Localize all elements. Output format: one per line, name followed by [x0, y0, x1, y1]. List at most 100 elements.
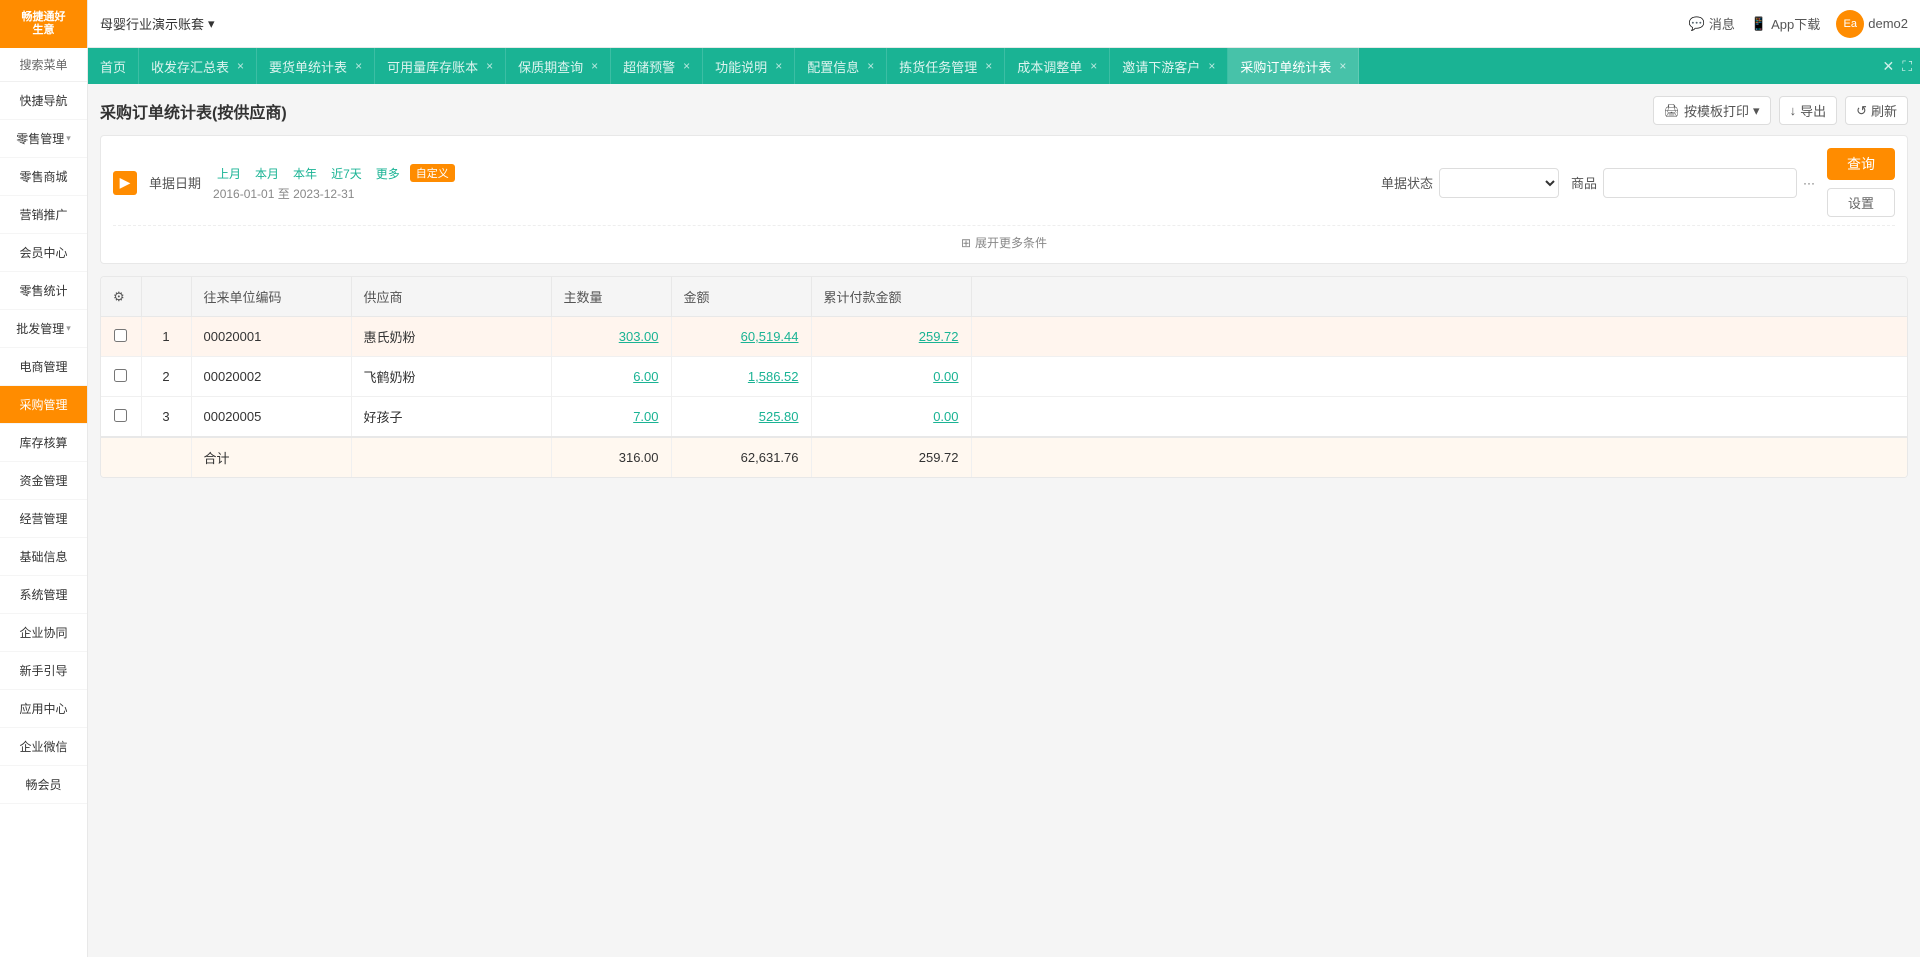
main-content: 母婴行业演示账套 ▾ 💬 消息 📱 App下载 Ea demo2 首页 收发存汇…	[88, 0, 1920, 957]
table-row[interactable]: 1 00020001 惠氏奶粉 303.00 60,519.44 259.72	[101, 317, 1907, 357]
tab-caigou-label: 采购订单统计表	[1240, 57, 1331, 76]
row-qty[interactable]: 7.00	[551, 397, 671, 438]
row-paid[interactable]: 259.72	[811, 317, 971, 357]
tab-yaohuo[interactable]: 要货单统计表 ×	[257, 48, 375, 84]
tab-keyongliang[interactable]: 可用量库存账本 ×	[375, 48, 506, 84]
tab-close-icon[interactable]: ×	[591, 59, 598, 73]
export-button[interactable]: ↓ 导出	[1779, 96, 1838, 125]
page-area: 采购订单统计表(按供应商) 🖨 按模板打印 ▾ ↓ 导出 ↺ 刷新	[88, 84, 1920, 957]
tab-caigou[interactable]: 采购订单统计表 ×	[1228, 48, 1359, 84]
tab-close-icon[interactable]: ×	[1090, 59, 1097, 73]
sidebar-item-marketing[interactable]: 营销推广	[0, 196, 87, 234]
tab-close-all-button[interactable]: ✕	[1882, 58, 1894, 75]
row-supplier: 好孩子	[351, 397, 551, 438]
sidebar-item-retail[interactable]: 零售管理 ▾	[0, 120, 87, 158]
row-paid[interactable]: 0.00	[811, 357, 971, 397]
industry-label: 母婴行业演示账套	[100, 14, 204, 33]
date-shortcut-this-year[interactable]: 本年	[289, 164, 321, 183]
row-qty[interactable]: 6.00	[551, 357, 671, 397]
date-shortcut-more[interactable]: 更多	[372, 164, 404, 183]
sidebar-item-retail-shop[interactable]: 零售商城	[0, 158, 87, 196]
sidebar-item-retail-stat[interactable]: 零售统计	[0, 272, 87, 310]
industry-selector[interactable]: 母婴行业演示账套 ▾	[100, 14, 215, 33]
sidebar-item-purchase[interactable]: 采购管理	[0, 386, 87, 424]
sidebar-item-basic[interactable]: 基础信息	[0, 538, 87, 576]
tab-close-icon[interactable]: ×	[237, 59, 244, 73]
date-shortcut-last-month[interactable]: 上月	[213, 164, 245, 183]
filter-toggle-button[interactable]: ▶	[113, 171, 137, 195]
row-amount[interactable]: 60,519.44	[671, 317, 811, 357]
template-print-button[interactable]: 🖨 按模板打印 ▾	[1653, 96, 1771, 125]
footer-paid: 259.72	[811, 437, 971, 477]
goods-filter-input[interactable]	[1603, 168, 1797, 198]
more-options-button[interactable]: ···	[1803, 176, 1815, 190]
table-row[interactable]: 2 00020002 飞鹤奶粉 6.00 1,586.52 0.00	[101, 357, 1907, 397]
row-paid[interactable]: 0.00	[811, 397, 971, 438]
user-profile-button[interactable]: Ea demo2	[1836, 10, 1908, 38]
message-button[interactable]: 💬 消息	[1689, 14, 1735, 33]
sidebar-item-wechat[interactable]: 企业微信	[0, 728, 87, 766]
filter-row: ▶ 单据日期 上月 本月 本年 近7天 更多 自定义 2016-01-01 至 …	[113, 148, 1895, 217]
tab-close-icon[interactable]: ×	[1208, 59, 1215, 73]
sidebar-item-quick[interactable]: 快捷导航	[0, 82, 87, 120]
tab-baozhiqi-label: 保质期查询	[518, 57, 583, 76]
date-shortcut-7days[interactable]: 近7天	[327, 164, 366, 183]
date-shortcut-this-month[interactable]: 本月	[251, 164, 283, 183]
status-filter-group: 单据状态	[1381, 168, 1559, 198]
footer-amount: 62,631.76	[671, 437, 811, 477]
sidebar-item-inventory[interactable]: 库存核算	[0, 424, 87, 462]
sidebar-item-vip[interactable]: 畅会员	[0, 766, 87, 804]
tab-close-icon[interactable]: ×	[355, 59, 362, 73]
app-download-button[interactable]: 📱 App下载	[1751, 14, 1820, 33]
row-checkbox[interactable]	[101, 317, 141, 357]
tab-close-icon[interactable]: ×	[1339, 59, 1346, 73]
row-checkbox[interactable]	[101, 357, 141, 397]
goods-filter-group: 商品 ···	[1571, 168, 1815, 198]
sidebar-search-item[interactable]: 搜索菜单	[0, 48, 87, 82]
query-button[interactable]: 查询	[1827, 148, 1895, 180]
tab-bar-actions: ✕ ⛶	[1874, 48, 1920, 84]
data-table: ⚙ 往来单位编码 供应商 主数量 金额 累计付款金额 1 00020001 惠氏…	[101, 277, 1907, 477]
tab-chengben[interactable]: 成本调整单 ×	[1005, 48, 1110, 84]
sidebar-item-wholesale[interactable]: 批发管理 ▾	[0, 310, 87, 348]
refresh-button[interactable]: ↺ 刷新	[1845, 96, 1908, 125]
tab-close-icon[interactable]: ×	[486, 59, 493, 73]
sidebar-item-system[interactable]: 系统管理	[0, 576, 87, 614]
table-row[interactable]: 3 00020005 好孩子 7.00 525.80 0.00	[101, 397, 1907, 438]
row-amount[interactable]: 525.80	[671, 397, 811, 438]
tab-close-icon[interactable]: ×	[867, 59, 874, 73]
page-header-actions: 🖨 按模板打印 ▾ ↓ 导出 ↺ 刷新	[1653, 96, 1909, 125]
sidebar-item-ops[interactable]: 经营管理	[0, 500, 87, 538]
tab-peizhi[interactable]: 配置信息 ×	[795, 48, 887, 84]
status-filter-select[interactable]	[1439, 168, 1559, 198]
tab-baozhiqi[interactable]: 保质期查询 ×	[506, 48, 611, 84]
tab-chaochuyujing[interactable]: 超储预警 ×	[611, 48, 703, 84]
tab-shoufafa[interactable]: 收发存汇总表 ×	[139, 48, 257, 84]
tab-close-icon[interactable]: ×	[775, 59, 782, 73]
sidebar-item-vip-label: 畅会员	[25, 778, 61, 792]
filter-settings-button[interactable]: 设置	[1827, 188, 1895, 217]
sidebar-item-finance[interactable]: 资金管理	[0, 462, 87, 500]
row-qty[interactable]: 303.00	[551, 317, 671, 357]
sidebar-item-ecom[interactable]: 电商管理	[0, 348, 87, 386]
sidebar-item-appcenter[interactable]: 应用中心	[0, 690, 87, 728]
extra-col-header	[971, 277, 1907, 317]
expand-icon: ⊞	[961, 236, 971, 250]
settings-col-header[interactable]: ⚙	[101, 277, 141, 317]
tab-home[interactable]: 首页	[88, 48, 139, 84]
filter-date-block: 上月 本月 本年 近7天 更多 自定义 2016-01-01 至 2023-12…	[213, 164, 455, 202]
sidebar-item-member[interactable]: 会员中心	[0, 234, 87, 272]
tab-pihuo[interactable]: 拣货任务管理 ×	[887, 48, 1005, 84]
tab-close-icon[interactable]: ×	[683, 59, 690, 73]
row-checkbox[interactable]	[101, 397, 141, 438]
sidebar-item-newguide[interactable]: 新手引导	[0, 652, 87, 690]
tab-close-icon[interactable]: ×	[985, 59, 992, 73]
tab-gongneng[interactable]: 功能说明 ×	[703, 48, 795, 84]
tab-yaoqing[interactable]: 邀请下游客户 ×	[1110, 48, 1228, 84]
sidebar-item-collab[interactable]: 企业协同	[0, 614, 87, 652]
unit-code-col-header: 往来单位编码	[191, 277, 351, 317]
row-amount[interactable]: 1,586.52	[671, 357, 811, 397]
tab-restore-button[interactable]: ⛶	[1902, 58, 1912, 75]
sidebar-item-wechat-label: 企业微信	[19, 740, 67, 754]
expand-more-button[interactable]: ⊞ 展开更多条件	[961, 234, 1047, 251]
